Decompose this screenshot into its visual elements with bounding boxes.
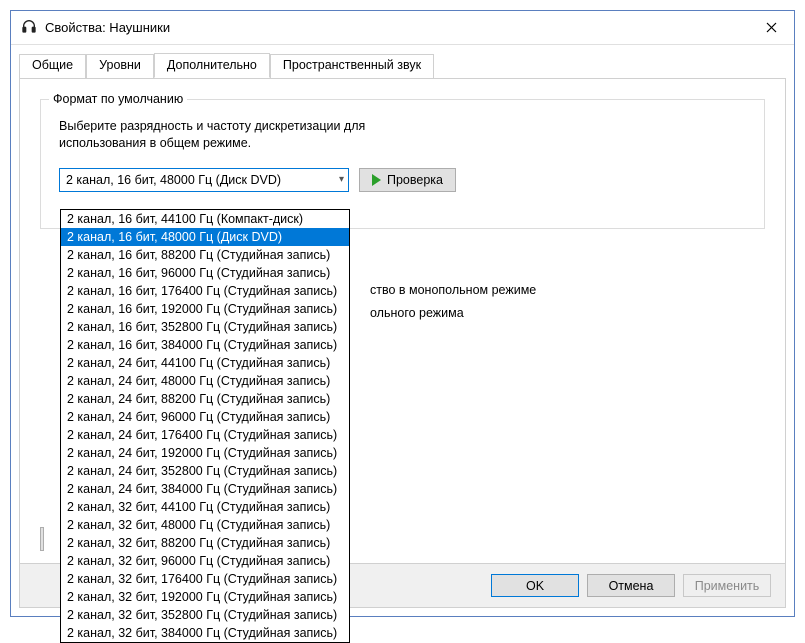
format-option[interactable]: 2 канал, 32 бит, 88200 Гц (Студийная зап… <box>61 534 349 552</box>
format-option[interactable]: 2 канал, 24 бит, 48000 Гц (Студийная зап… <box>61 372 349 390</box>
exclusive-line-1: ство в монопольном режиме <box>370 279 745 302</box>
tab-strip: ОбщиеУровниДополнительноПространственный… <box>11 45 794 78</box>
format-option[interactable]: 2 канал, 32 бит, 44100 Гц (Студийная зап… <box>61 498 349 516</box>
restore-defaults-button[interactable] <box>40 527 44 551</box>
format-dropdown-list[interactable]: 2 канал, 16 бит, 44100 Гц (Компакт-диск)… <box>60 209 350 643</box>
format-option[interactable]: 2 канал, 24 бит, 352800 Гц (Студийная за… <box>61 462 349 480</box>
group-legend: Формат по умолчанию <box>49 92 187 106</box>
format-option[interactable]: 2 канал, 32 бит, 192000 Гц (Студийная за… <box>61 588 349 606</box>
format-option[interactable]: 2 канал, 24 бит, 44100 Гц (Студийная зап… <box>61 354 349 372</box>
format-option[interactable]: 2 канал, 16 бит, 176400 Гц (Студийная за… <box>61 282 349 300</box>
apply-button[interactable]: Применить <box>683 574 771 597</box>
test-button[interactable]: Проверка <box>359 168 456 192</box>
headphones-icon <box>21 18 37 37</box>
exclusive-line-2: ольного режима <box>370 302 745 325</box>
exclusive-mode-section: ство в монопольном режиме ольного режима <box>370 279 745 324</box>
format-option[interactable]: 2 канал, 16 бит, 96000 Гц (Студийная зап… <box>61 264 349 282</box>
test-label: Проверка <box>387 173 443 187</box>
format-option[interactable]: 2 канал, 16 бит, 44100 Гц (Компакт-диск) <box>61 210 349 228</box>
tab-3[interactable]: Пространственный звук <box>270 54 434 79</box>
format-option[interactable]: 2 канал, 32 бит, 352800 Гц (Студийная за… <box>61 606 349 624</box>
format-option[interactable]: 2 канал, 24 бит, 96000 Гц (Студийная зап… <box>61 408 349 426</box>
tab-1[interactable]: Уровни <box>86 54 154 79</box>
format-option[interactable]: 2 канал, 24 бит, 88200 Гц (Студийная зап… <box>61 390 349 408</box>
format-option[interactable]: 2 канал, 32 бит, 48000 Гц (Студийная зап… <box>61 516 349 534</box>
window-title: Свойства: Наушники <box>45 20 170 35</box>
group-description: Выберите разрядность и частоту дискретиз… <box>59 118 419 152</box>
format-option[interactable]: 2 канал, 16 бит, 384000 Гц (Студийная за… <box>61 336 349 354</box>
tab-0[interactable]: Общие <box>19 54 86 79</box>
format-option[interactable]: 2 канал, 16 бит, 48000 Гц (Диск DVD) <box>61 228 349 246</box>
titlebar: Свойства: Наушники <box>11 11 794 45</box>
close-button[interactable] <box>748 11 794 44</box>
format-option[interactable]: 2 канал, 24 бит, 176400 Гц (Студийная за… <box>61 426 349 444</box>
format-option[interactable]: 2 канал, 32 бит, 96000 Гц (Студийная зап… <box>61 552 349 570</box>
play-icon <box>372 174 381 186</box>
tab-2[interactable]: Дополнительно <box>154 53 270 78</box>
format-option[interactable]: 2 канал, 32 бит, 176400 Гц (Студийная за… <box>61 570 349 588</box>
format-option[interactable]: 2 канал, 16 бит, 352800 Гц (Студийная за… <box>61 318 349 336</box>
format-value: 2 канал, 16 бит, 48000 Гц (Диск DVD) <box>66 173 339 187</box>
format-option[interactable]: 2 канал, 16 бит, 192000 Гц (Студийная за… <box>61 300 349 318</box>
format-option[interactable]: 2 канал, 24 бит, 192000 Гц (Студийная за… <box>61 444 349 462</box>
format-option[interactable]: 2 канал, 24 бит, 384000 Гц (Студийная за… <box>61 480 349 498</box>
ok-button[interactable]: OK <box>491 574 579 597</box>
format-combobox[interactable]: 2 канал, 16 бит, 48000 Гц (Диск DVD) ▾ <box>59 168 349 192</box>
properties-dialog: Свойства: Наушники ОбщиеУровниДополнител… <box>10 10 795 617</box>
format-option[interactable]: 2 канал, 16 бит, 88200 Гц (Студийная зап… <box>61 246 349 264</box>
cancel-button[interactable]: Отмена <box>587 574 675 597</box>
chevron-down-icon: ▾ <box>339 174 344 185</box>
